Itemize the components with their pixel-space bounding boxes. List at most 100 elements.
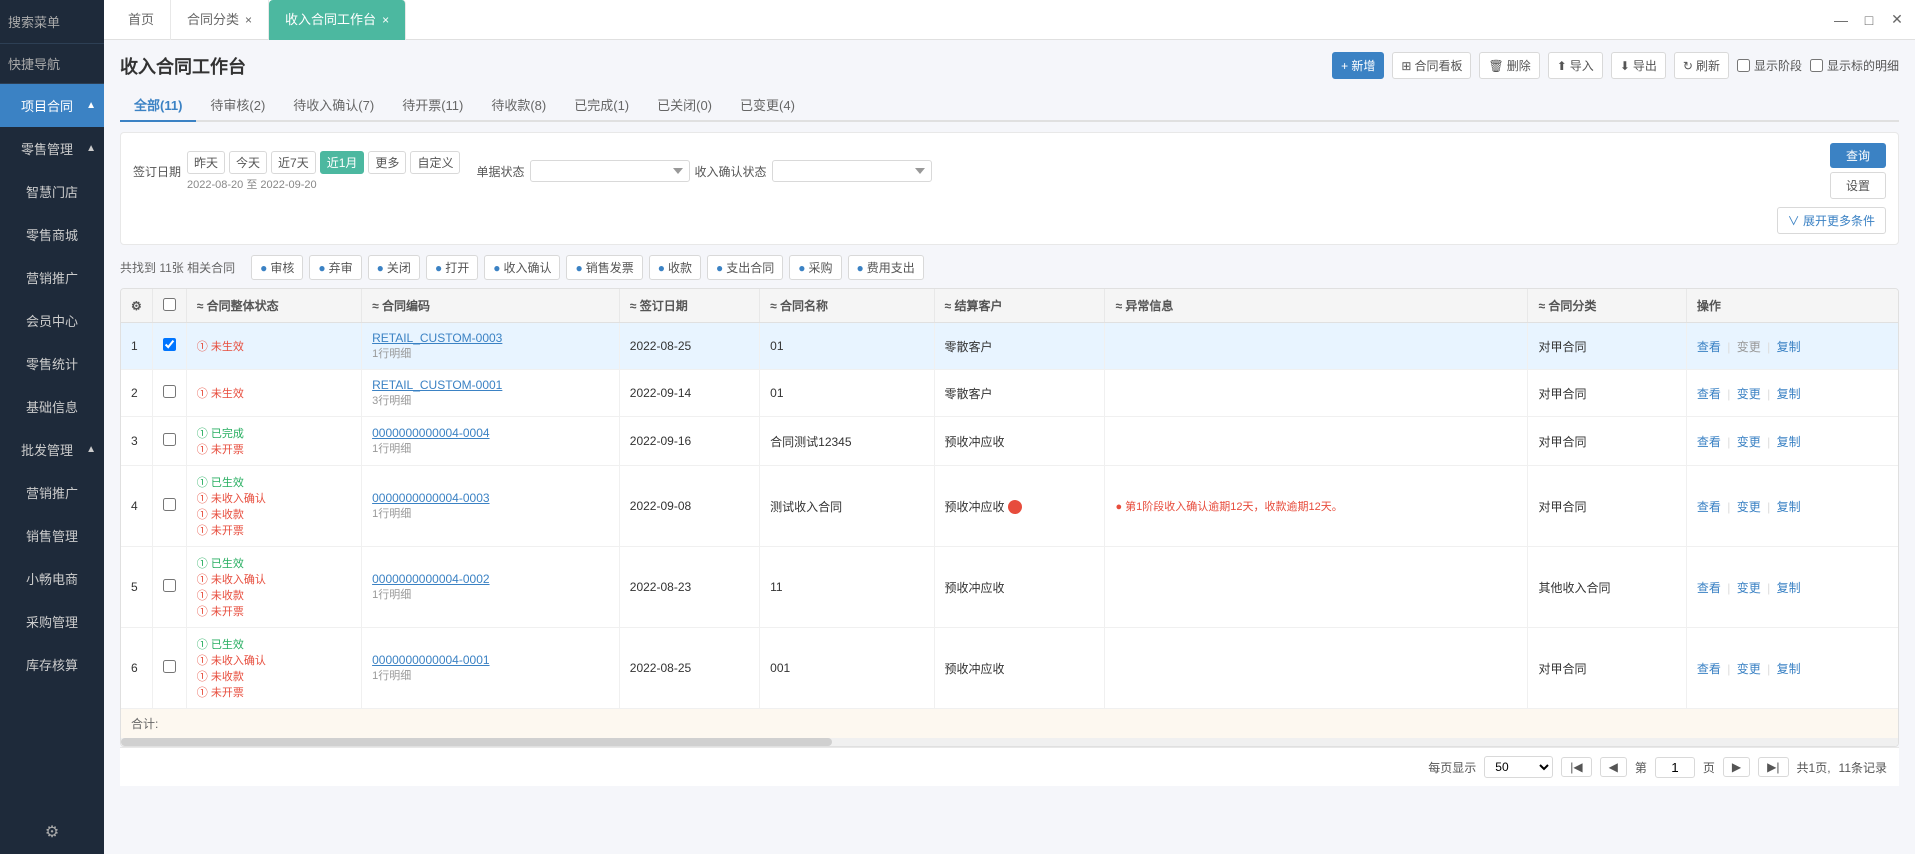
contract-code-link[interactable]: 0000000000004-0002 xyxy=(372,572,489,586)
date-btn-近1月[interactable]: 近1月 xyxy=(320,151,365,174)
sidebar-item-marketing2[interactable]: 营销推广 xyxy=(0,471,104,514)
copy-link[interactable]: 复制 xyxy=(1777,387,1801,401)
filter-tab-closed[interactable]: 已关闭(0) xyxy=(643,89,726,122)
sidebar-item-marketing[interactable]: 营销推广 xyxy=(0,256,104,299)
change-link[interactable]: 变更 xyxy=(1737,435,1761,449)
refresh-button[interactable]: ↻ 刷新 xyxy=(1674,52,1729,79)
query-button[interactable]: 查询 xyxy=(1830,143,1886,168)
action-btn-out-contract[interactable]: ●支出合同 xyxy=(707,255,783,280)
view-link[interactable]: 查看 xyxy=(1697,581,1721,595)
date-btn-今天[interactable]: 今天 xyxy=(229,151,267,174)
sidebar-item-wholesale-mgmt[interactable]: 批发管理▲ xyxy=(0,428,104,471)
minimize-button[interactable]: — xyxy=(1831,10,1851,30)
action-btn-review[interactable]: ●审核 xyxy=(251,255,303,280)
date-btn-更多[interactable]: 更多 xyxy=(368,151,406,174)
filter-tab-changed[interactable]: 已变更(4) xyxy=(726,89,809,122)
contract-code-link[interactable]: 0000000000004-0004 xyxy=(372,426,489,440)
page-number-input[interactable] xyxy=(1655,757,1695,778)
import-button[interactable]: ⬆ 导入 xyxy=(1548,52,1603,79)
view-link[interactable]: 查看 xyxy=(1697,500,1721,514)
tab-income-workbench[interactable]: 收入合同工作台× xyxy=(269,0,406,40)
prev-page-button[interactable]: ◀ xyxy=(1600,757,1627,777)
action-btn-open[interactable]: ●打开 xyxy=(426,255,478,280)
next-page-button[interactable]: ▶ xyxy=(1723,757,1750,777)
action-btn-close[interactable]: ●关闭 xyxy=(368,255,420,280)
row-checkbox[interactable] xyxy=(152,417,186,466)
sidebar-item-retail-stats[interactable]: 零售统计 xyxy=(0,342,104,385)
gear-icon[interactable]: ⚙ xyxy=(45,822,59,842)
scrollbar-thumb[interactable] xyxy=(121,738,832,746)
doc-status-select[interactable] xyxy=(530,160,690,182)
change-link[interactable]: 变更 xyxy=(1737,662,1761,676)
show-details-checkbox[interactable]: 显示标的明细 xyxy=(1810,57,1899,74)
contract-code-link[interactable]: 0000000000004-0001 xyxy=(372,653,489,667)
date-btn-自定义[interactable]: 自定义 xyxy=(410,151,460,174)
row-checkbox[interactable] xyxy=(152,370,186,417)
copy-link[interactable]: 复制 xyxy=(1777,662,1801,676)
close-button[interactable]: ✕ xyxy=(1887,10,1907,30)
view-link[interactable]: 查看 xyxy=(1697,662,1721,676)
sidebar-search[interactable]: 搜索菜单 xyxy=(0,0,104,44)
sidebar-item-smart-store[interactable]: 智慧门店 xyxy=(0,170,104,213)
sidebar-item-retail-mgmt[interactable]: 零售管理▲ xyxy=(0,127,104,170)
copy-link[interactable]: 复制 xyxy=(1777,500,1801,514)
view-link[interactable]: 查看 xyxy=(1697,387,1721,401)
filter-tab-completed[interactable]: 已完成(1) xyxy=(560,89,643,122)
last-page-button[interactable]: ▶| xyxy=(1758,757,1788,777)
filter-tab-pending-review[interactable]: 待审核(2) xyxy=(196,89,279,122)
contract-code-link[interactable]: 0000000000004-0003 xyxy=(372,491,489,505)
action-btn-expense-out[interactable]: ●费用支出 xyxy=(848,255,924,280)
sidebar-item-base-info[interactable]: 基础信息 xyxy=(0,385,104,428)
sidebar-item-sales-mgmt[interactable]: 销售管理 xyxy=(0,514,104,557)
change-link[interactable]: 变更 xyxy=(1737,387,1761,401)
sidebar-item-member-center[interactable]: 会员中心 xyxy=(0,299,104,342)
row-checkbox[interactable] xyxy=(152,628,186,709)
action-btn-payment[interactable]: ●收款 xyxy=(649,255,701,280)
date-btn-近7天[interactable]: 近7天 xyxy=(271,151,316,174)
select-all-checkbox[interactable] xyxy=(163,298,176,311)
copy-link[interactable]: 复制 xyxy=(1777,435,1801,449)
action-btn-sales-invoice[interactable]: ●销售发票 xyxy=(566,255,642,280)
action-btn-purchase[interactable]: ●采购 xyxy=(789,255,841,280)
filter-tab-pending-confirm[interactable]: 待收入确认(7) xyxy=(279,89,388,122)
tab-contract-category[interactable]: 合同分类× xyxy=(171,0,269,40)
export-button[interactable]: ⬇ 导出 xyxy=(1611,52,1666,79)
sidebar-item-project-contract[interactable]: 项目合同▲ xyxy=(0,84,104,127)
change-link[interactable]: 变更 xyxy=(1737,581,1761,595)
filter-tab-all[interactable]: 全部(11) xyxy=(120,89,196,122)
filter-tab-pending-payment[interactable]: 待收款(8) xyxy=(477,89,560,122)
action-btn-income-confirm[interactable]: ●收入确认 xyxy=(484,255,560,280)
show-stages-checkbox[interactable]: 显示阶段 xyxy=(1737,57,1802,74)
kanban-button[interactable]: ⊞ 合同看板 xyxy=(1392,52,1471,79)
change-link[interactable]: 变更 xyxy=(1737,500,1761,514)
copy-link[interactable]: 复制 xyxy=(1777,340,1801,354)
sidebar-item-purchase-mgmt[interactable]: 采购管理 xyxy=(0,600,104,643)
tab-close-contract-category[interactable]: × xyxy=(245,13,252,27)
view-link[interactable]: 查看 xyxy=(1697,340,1721,354)
col-checkbox[interactable] xyxy=(152,289,186,323)
delete-button[interactable]: 🗑 删除 xyxy=(1479,52,1539,79)
row-checkbox[interactable] xyxy=(152,466,186,547)
set-button[interactable]: 设置 xyxy=(1830,172,1886,199)
copy-link[interactable]: 复制 xyxy=(1777,581,1801,595)
sidebar-nav[interactable]: 快捷导航 xyxy=(0,44,104,84)
tab-home[interactable]: 首页 xyxy=(112,0,171,40)
view-link[interactable]: 查看 xyxy=(1697,435,1721,449)
contract-code-link[interactable]: RETAIL_CUSTOM-0003 xyxy=(372,331,502,345)
add-button[interactable]: + 新增 xyxy=(1332,52,1384,79)
sidebar-item-xiaochu[interactable]: 小畅电商 xyxy=(0,557,104,600)
first-page-button[interactable]: |◀ xyxy=(1561,757,1591,777)
maximize-button[interactable]: □ xyxy=(1859,10,1879,30)
date-btn-昨天[interactable]: 昨天 xyxy=(187,151,225,174)
income-confirm-select[interactable] xyxy=(772,160,932,182)
contract-code-link[interactable]: RETAIL_CUSTOM-0001 xyxy=(372,378,502,392)
change-link[interactable]: 变更 xyxy=(1737,340,1761,354)
sidebar-item-retail-mall[interactable]: 零售商城 xyxy=(0,213,104,256)
tab-close-income-workbench[interactable]: × xyxy=(382,13,389,27)
filter-tab-pending-invoice[interactable]: 待开票(11) xyxy=(388,89,477,122)
action-btn-abandon[interactable]: ●弃审 xyxy=(309,255,361,280)
col-settings[interactable]: ⚙ xyxy=(121,289,152,323)
sidebar-item-inventory[interactable]: 库存核算 xyxy=(0,643,104,686)
row-checkbox[interactable] xyxy=(152,547,186,628)
horizontal-scrollbar[interactable] xyxy=(121,738,1898,746)
